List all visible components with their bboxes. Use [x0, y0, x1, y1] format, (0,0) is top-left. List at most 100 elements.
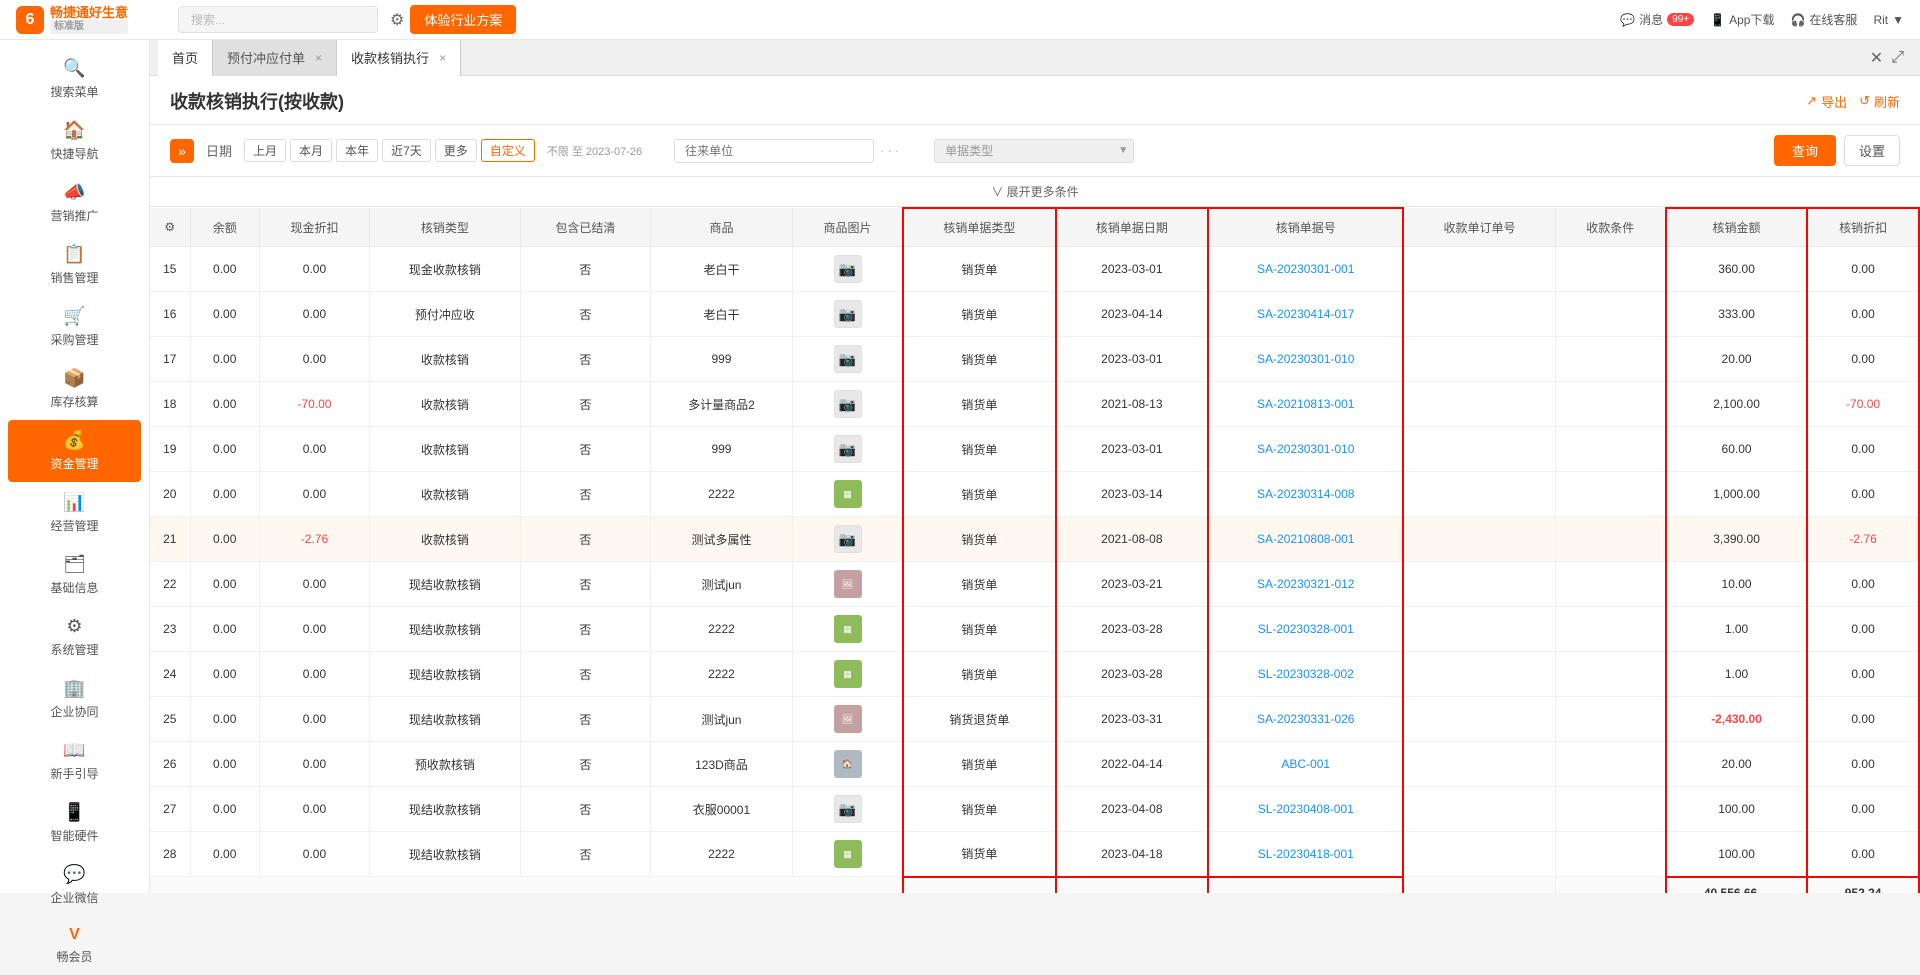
logo-icon: 6 [16, 6, 44, 34]
cell-doc-type: 销货退货单 [903, 697, 1055, 742]
cell-doc-no[interactable]: SL-20230408-001 [1208, 787, 1403, 832]
message-action[interactable]: 💬 消息 99+ [1620, 11, 1694, 28]
tab-receipt-close[interactable]: × [439, 51, 446, 65]
cell-row-no: 20 [150, 472, 190, 517]
doc-no-link[interactable]: ABC-001 [1281, 757, 1330, 771]
sidebar-item-sales[interactable]: 📋 销售管理 [0, 234, 149, 296]
cell-doc-no[interactable]: SA-20230314-008 [1208, 472, 1403, 517]
cell-doc-no[interactable]: SL-20230328-001 [1208, 607, 1403, 652]
sidebar-item-purchase[interactable]: 🛒 采购管理 [0, 296, 149, 358]
counterpart-input[interactable] [674, 139, 874, 163]
filter-action-buttons: 查询 设置 [1774, 135, 1900, 166]
cell-doc-no[interactable]: SL-20230418-001 [1208, 832, 1403, 877]
voucher-type-select[interactable]: 单据类型 [934, 139, 1134, 163]
sidebar-item-system[interactable]: ⚙ 系统管理 [0, 606, 149, 668]
date-btn-this-month[interactable]: 本月 [290, 139, 332, 162]
cell-cash-discount: 0.00 [259, 742, 369, 787]
page-header: 收款核销执行(按收款) ↗ 导出 ↺ 刷新 [150, 76, 1920, 125]
sidebar-item-enterprise[interactable]: 🏢 企业协同 [0, 668, 149, 730]
cell-doc-no[interactable]: SA-20230321-012 [1208, 562, 1403, 607]
sidebar-item-smart-hw[interactable]: 📱 智能硬件 [0, 792, 149, 854]
tab-home[interactable]: 首页 [158, 40, 213, 76]
doc-no-link[interactable]: SL-20230328-002 [1258, 667, 1354, 681]
cell-receipt-condition [1555, 787, 1666, 832]
doc-no-link[interactable]: SL-20230328-001 [1258, 622, 1354, 636]
date-btn-custom[interactable]: 自定义 [481, 139, 535, 162]
cell-doc-date: 2022-04-14 [1056, 742, 1208, 787]
sidebar-item-finance[interactable]: 💰 资金管理 [8, 420, 141, 482]
doc-no-link[interactable]: SA-20230414-017 [1257, 307, 1354, 321]
cell-product-img: 🖼 [792, 562, 903, 607]
date-btn-this-year[interactable]: 本年 [336, 139, 378, 162]
sidebar-label-operations: 经营管理 [50, 517, 98, 534]
doc-no-link[interactable]: SA-20230301-010 [1257, 442, 1354, 456]
doc-no-link[interactable]: SL-20230418-001 [1258, 847, 1354, 861]
top-search-box: 搜索... [178, 6, 378, 33]
tab-prepay-close[interactable]: × [315, 51, 322, 65]
sidebar-item-inventory[interactable]: 📦 库存核算 [0, 358, 149, 420]
cell-doc-no[interactable]: SA-20210808-001 [1208, 517, 1403, 562]
sidebar-item-wechat[interactable]: 💬 企业微信 [0, 854, 149, 916]
cell-cash-discount: 0.00 [259, 427, 369, 472]
sidebar-item-quick-nav[interactable]: 🏠 快捷导航 [0, 110, 149, 172]
doc-no-link[interactable]: SA-20230321-012 [1257, 577, 1354, 591]
total-doc-type [903, 877, 1055, 894]
cell-doc-no[interactable]: SA-20230331-026 [1208, 697, 1403, 742]
cell-product: 老白干 [651, 292, 793, 337]
sidebar-item-search[interactable]: 🔍 搜索菜单 [0, 48, 149, 110]
cell-row-no: 23 [150, 607, 190, 652]
refresh-button[interactable]: ↺ 刷新 [1859, 92, 1900, 111]
box-icon: 📦 [63, 368, 85, 389]
filter-expand-button[interactable]: » [170, 139, 194, 163]
sidebar-item-guide[interactable]: 📖 新手引导 [0, 730, 149, 792]
cell-doc-no[interactable]: SA-20230414-017 [1208, 292, 1403, 337]
cell-receipt-order-no [1403, 337, 1555, 382]
doc-no-link[interactable]: SA-20230301-001 [1257, 262, 1354, 276]
sidebar-item-basic-info[interactable]: 🗂 基础信息 [0, 544, 149, 606]
cell-doc-no[interactable]: SA-20230301-001 [1208, 247, 1403, 292]
tab-close-window-button[interactable]: ✕ [1870, 48, 1883, 68]
cell-doc-no[interactable]: SA-20230301-010 [1208, 427, 1403, 472]
cell-verify-type: 现结收款核销 [370, 832, 521, 877]
online-service-action[interactable]: 🎧 在线客服 [1790, 11, 1857, 28]
date-btn-last-month[interactable]: 上月 [244, 139, 286, 162]
sidebar-item-operations[interactable]: 📊 经营管理 [0, 482, 149, 544]
gear-settings-icon[interactable]: ⚙ [164, 220, 175, 234]
cell-doc-no[interactable]: ABC-001 [1208, 742, 1403, 787]
doc-no-link[interactable]: SA-20210813-001 [1257, 397, 1354, 411]
cell-verify-type: 收款核销 [370, 337, 521, 382]
date-btn-last-7-days[interactable]: 近7天 [382, 139, 431, 162]
doc-no-link[interactable]: SL-20230408-001 [1258, 802, 1354, 816]
industry-solution-button[interactable]: 体验行业方案 [410, 5, 516, 34]
doc-no-link[interactable]: SA-20230331-026 [1257, 712, 1354, 726]
cell-doc-no[interactable]: SA-20230301-010 [1208, 337, 1403, 382]
query-button[interactable]: 查询 [1774, 135, 1836, 166]
sidebar-label-purchase: 采购管理 [50, 331, 98, 348]
expand-more-button[interactable]: ∨ 展开更多条件 [991, 183, 1078, 200]
sidebar-item-marketing[interactable]: 📣 营销推广 [0, 172, 149, 234]
cell-doc-no[interactable]: SL-20230328-002 [1208, 652, 1403, 697]
table-row: 23 0.00 0.00 现结收款核销 否 2222 ▦ 销货单 2023-03… [150, 607, 1919, 652]
settings-icon[interactable]: ⚙ [390, 10, 404, 30]
cell-product: 999 [651, 337, 793, 382]
cell-doc-type: 销货单 [903, 787, 1055, 832]
doc-no-link[interactable]: SA-20210808-001 [1257, 532, 1354, 546]
app-download-action[interactable]: 📱 App下载 [1710, 11, 1774, 28]
date-btn-more[interactable]: 更多 [435, 139, 477, 162]
tab-receipt[interactable]: 收款核销执行 × [337, 40, 461, 76]
tab-maximize-button[interactable]: ⤢ [1891, 49, 1904, 67]
sidebar-item-member[interactable]: V 畅会员 [0, 916, 149, 975]
cell-verify-amount: 1,000.00 [1666, 472, 1807, 517]
filter-settings-button[interactable]: 设置 [1844, 135, 1900, 166]
export-button[interactable]: ↗ 导出 [1806, 92, 1847, 111]
cell-doc-type: 销货单 [903, 607, 1055, 652]
col-header-gear[interactable]: ⚙ [150, 208, 190, 247]
user-name-action[interactable]: Rit ▼ [1873, 13, 1904, 27]
cell-receipt-order-no [1403, 292, 1555, 337]
doc-no-link[interactable]: SA-20230301-010 [1257, 352, 1354, 366]
tab-prepay[interactable]: 预付冲应付单 × [213, 40, 337, 76]
cell-doc-no[interactable]: SA-20210813-001 [1208, 382, 1403, 427]
doc-no-link[interactable]: SA-20230314-008 [1257, 487, 1354, 501]
cell-receipt-condition [1555, 427, 1666, 472]
cell-verify-discount: -2.76 [1807, 517, 1919, 562]
